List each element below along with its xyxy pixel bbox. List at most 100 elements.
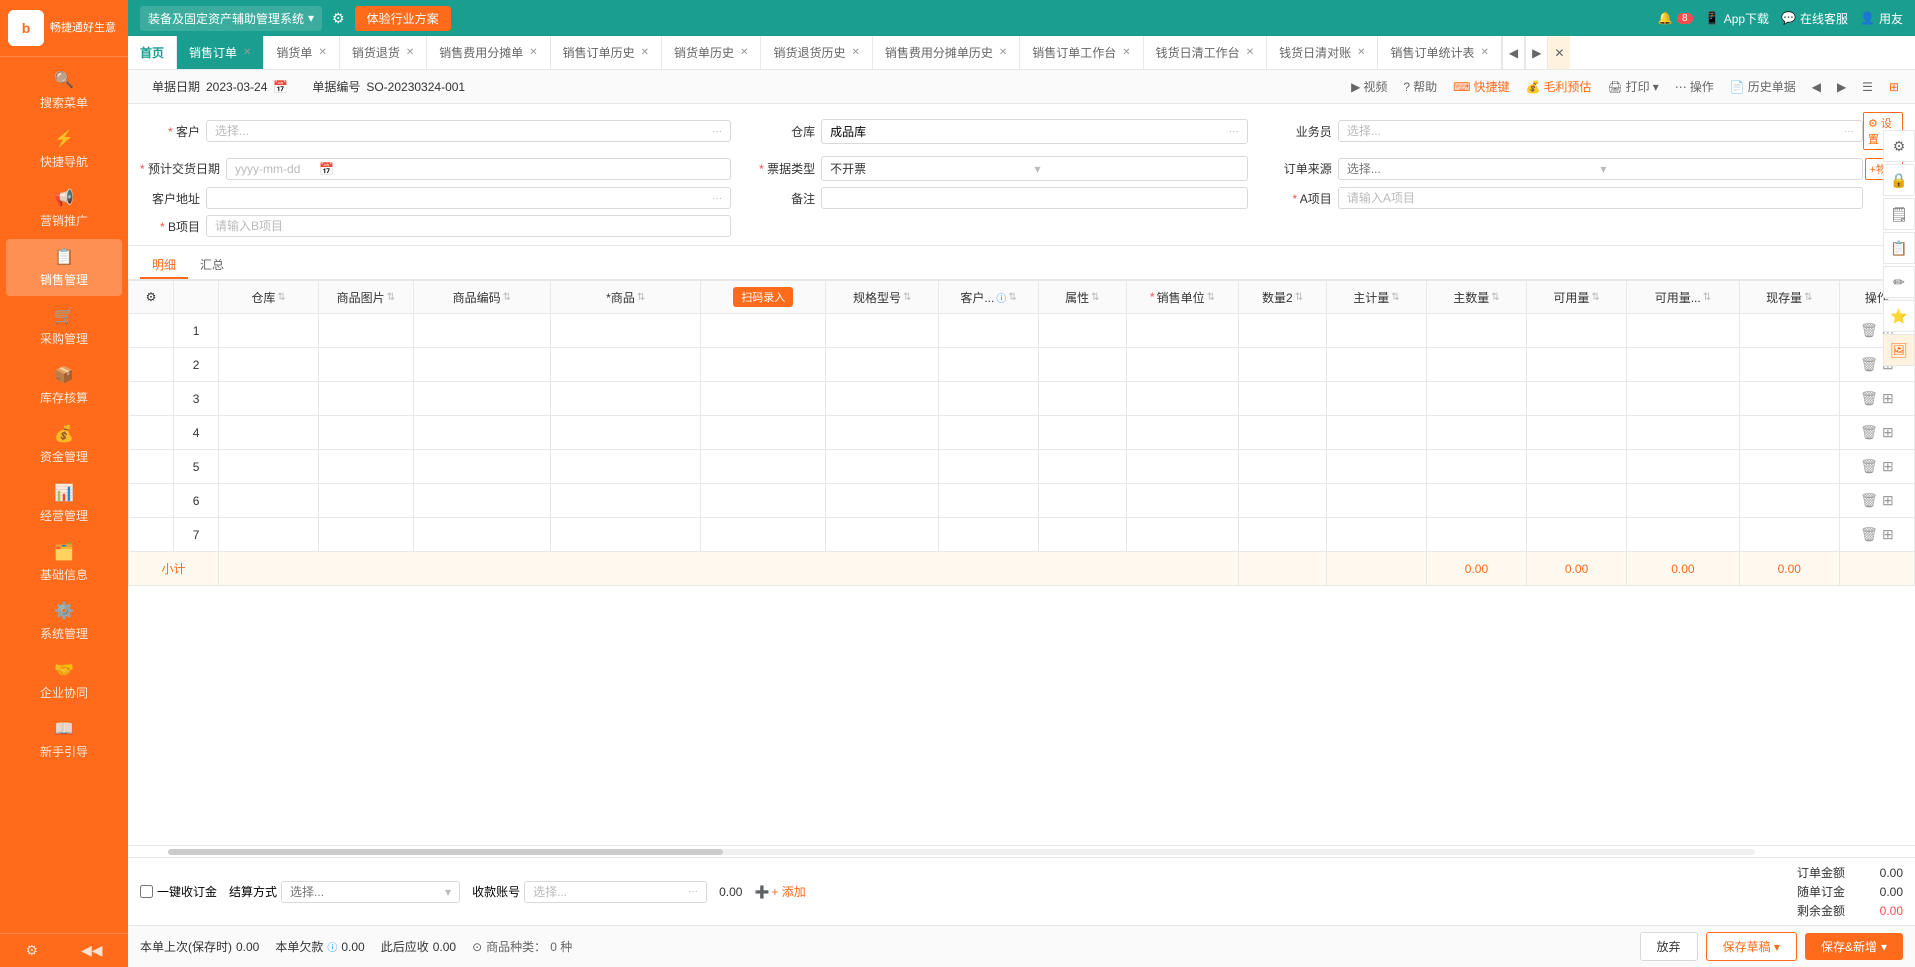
online-service-btn[interactable]: 💬 在线客服 [1781,10,1848,27]
td-unit-5[interactable] [1126,450,1239,484]
td-attr-7[interactable] [1039,518,1127,552]
td-warehouse-2[interactable] [219,348,319,382]
delivery-date-input[interactable] [235,162,315,176]
td-avail2-5[interactable] [1627,450,1740,484]
th-settings[interactable]: ⚙ [129,281,174,314]
a-project-wrapper[interactable] [1338,187,1863,209]
th-attr[interactable]: 属性 ⇅ [1039,281,1127,314]
td-warehouse-3[interactable] [219,382,319,416]
td-code-1[interactable] [413,314,551,348]
td-mainqty-1[interactable] [1426,314,1526,348]
td-name-7[interactable] [551,518,701,552]
th-spec[interactable]: 规格型号 ⇅ [826,281,939,314]
order-source-input[interactable] [1347,162,1601,176]
tab-fee-hist-close[interactable]: ✕ [999,47,1007,58]
tab-sales-stat-close[interactable]: ✕ [1481,47,1489,58]
sidebar-settings-btn[interactable]: ⚙ [25,942,38,959]
td-code-2[interactable] [413,348,551,382]
video-btn[interactable]: ▶ 视频 [1347,76,1391,97]
one-click-checkbox[interactable] [140,885,153,898]
list-view-btn[interactable]: ☰ [1858,78,1877,96]
td-mainunit-1[interactable] [1326,314,1426,348]
td-name-5[interactable] [551,450,701,484]
customer-address-input[interactable] [215,191,712,205]
td-mainunit-2[interactable] [1326,348,1426,382]
delete-row-3-btn[interactable]: 🗑 [1860,390,1878,407]
settlement-select[interactable]: ▾ [281,881,460,903]
side-panel-star-btn[interactable]: ⭐ [1883,300,1915,332]
sidebar-item-finance[interactable]: 💰 资金管理 [6,416,122,473]
delivery-date-wrapper[interactable]: 📅 [226,158,731,180]
th-warehouse[interactable]: 仓库 ⇅ [219,281,319,314]
tab-mingxi[interactable]: 明细 [140,252,188,279]
tab-sales-order[interactable]: 销售订单 ✕ [177,36,264,69]
account-dots[interactable]: ··· [688,886,698,897]
app-download-btn[interactable]: 📱 App下载 [1705,10,1769,27]
td-qty2-6[interactable] [1239,484,1327,518]
staff-dots[interactable]: ··· [1844,126,1854,137]
th-main-unit[interactable]: 主计量 ⇅ [1326,281,1426,314]
td-code-5[interactable] [413,450,551,484]
td-mainqty-4[interactable] [1426,416,1526,450]
copy-row-3-btn[interactable]: ⊞ [1882,390,1894,407]
next-record-btn[interactable]: ▶ [1833,78,1850,96]
tab-sales-bill[interactable]: 销货单 ✕ [264,36,339,69]
discard-button[interactable]: 放弃 [1640,932,1698,961]
sidebar-item-marketing[interactable]: 📢 营销推广 [6,180,122,237]
profit-btn[interactable]: 💰 毛利预估 [1521,76,1595,97]
td-warehouse-5[interactable] [219,450,319,484]
td-attr-6[interactable] [1039,484,1127,518]
a-project-input[interactable] [1347,191,1854,205]
td-avail2-6[interactable] [1627,484,1740,518]
th-main-qty[interactable]: 主数量 ⇅ [1426,281,1526,314]
copy-row-4-btn[interactable]: ⊞ [1882,424,1894,441]
sidebar-item-basic[interactable]: 🗂️ 基础信息 [6,534,122,591]
ticket-type-select[interactable]: 不开票 ▾ [821,156,1248,181]
side-panel-edit-btn[interactable]: ✏ [1883,266,1915,298]
th-cust-code[interactable]: 客户... ⓘ ⇅ [938,281,1038,314]
td-cust-4[interactable] [938,416,1038,450]
td-unit-3[interactable] [1126,382,1239,416]
td-cust-1[interactable] [938,314,1038,348]
prev-record-btn[interactable]: ◀ [1808,78,1825,96]
td-mainqty-7[interactable] [1426,518,1526,552]
td-stock-5[interactable] [1739,450,1839,484]
tab-fee-hist[interactable]: 销售费用分摊单历史 ✕ [873,36,1020,69]
note-input[interactable] [830,191,1239,205]
tab-cash-workbench-close[interactable]: ✕ [1246,47,1254,58]
td-avail-7[interactable] [1527,518,1627,552]
customer-address-wrapper[interactable]: ··· [206,187,731,209]
td-qty2-3[interactable] [1239,382,1327,416]
td-qty2-1[interactable] [1239,314,1327,348]
tab-cash-reconcile[interactable]: 钱货日清对账 ✕ [1267,36,1378,69]
tab-cash-reconcile-close[interactable]: ✕ [1357,47,1365,58]
td-attr-5[interactable] [1039,450,1127,484]
td-mainunit-5[interactable] [1326,450,1426,484]
td-qty2-5[interactable] [1239,450,1327,484]
th-stock[interactable]: 现存量 ⇅ [1739,281,1839,314]
td-stock-7[interactable] [1739,518,1839,552]
sidebar-collapse-btn[interactable]: ◀◀ [81,942,103,959]
th-product-name[interactable]: *商品 ⇅ [551,281,701,314]
td-avail-1[interactable] [1527,314,1627,348]
history-btn[interactable]: 📄 历史单据 [1726,76,1800,97]
td-warehouse-1[interactable] [219,314,319,348]
tab-home[interactable]: 首页 [128,36,177,69]
tab-huizong[interactable]: 汇总 [188,252,236,279]
td-code-3[interactable] [413,382,551,416]
td-stock-6[interactable] [1739,484,1839,518]
th-product-image[interactable]: 商品图片 ⇅ [319,281,413,314]
td-avail2-2[interactable] [1627,348,1740,382]
td-unit-1[interactable] [1126,314,1239,348]
td-stock-4[interactable] [1739,416,1839,450]
td-avail-5[interactable] [1527,450,1627,484]
sidebar-item-newbie[interactable]: 📖 新手引导 [6,711,122,768]
tab-sales-fee-close[interactable]: ✕ [529,47,537,58]
td-name-6[interactable] [551,484,701,518]
th-avail2[interactable]: 可用量... ⇅ [1627,281,1740,314]
td-code-4[interactable] [413,416,551,450]
delete-row-4-btn[interactable]: 🗑 [1860,424,1878,441]
td-attr-4[interactable] [1039,416,1127,450]
tab-sales-order-hist-close[interactable]: ✕ [641,47,649,58]
delivery-calendar-icon[interactable]: 📅 [319,162,334,176]
